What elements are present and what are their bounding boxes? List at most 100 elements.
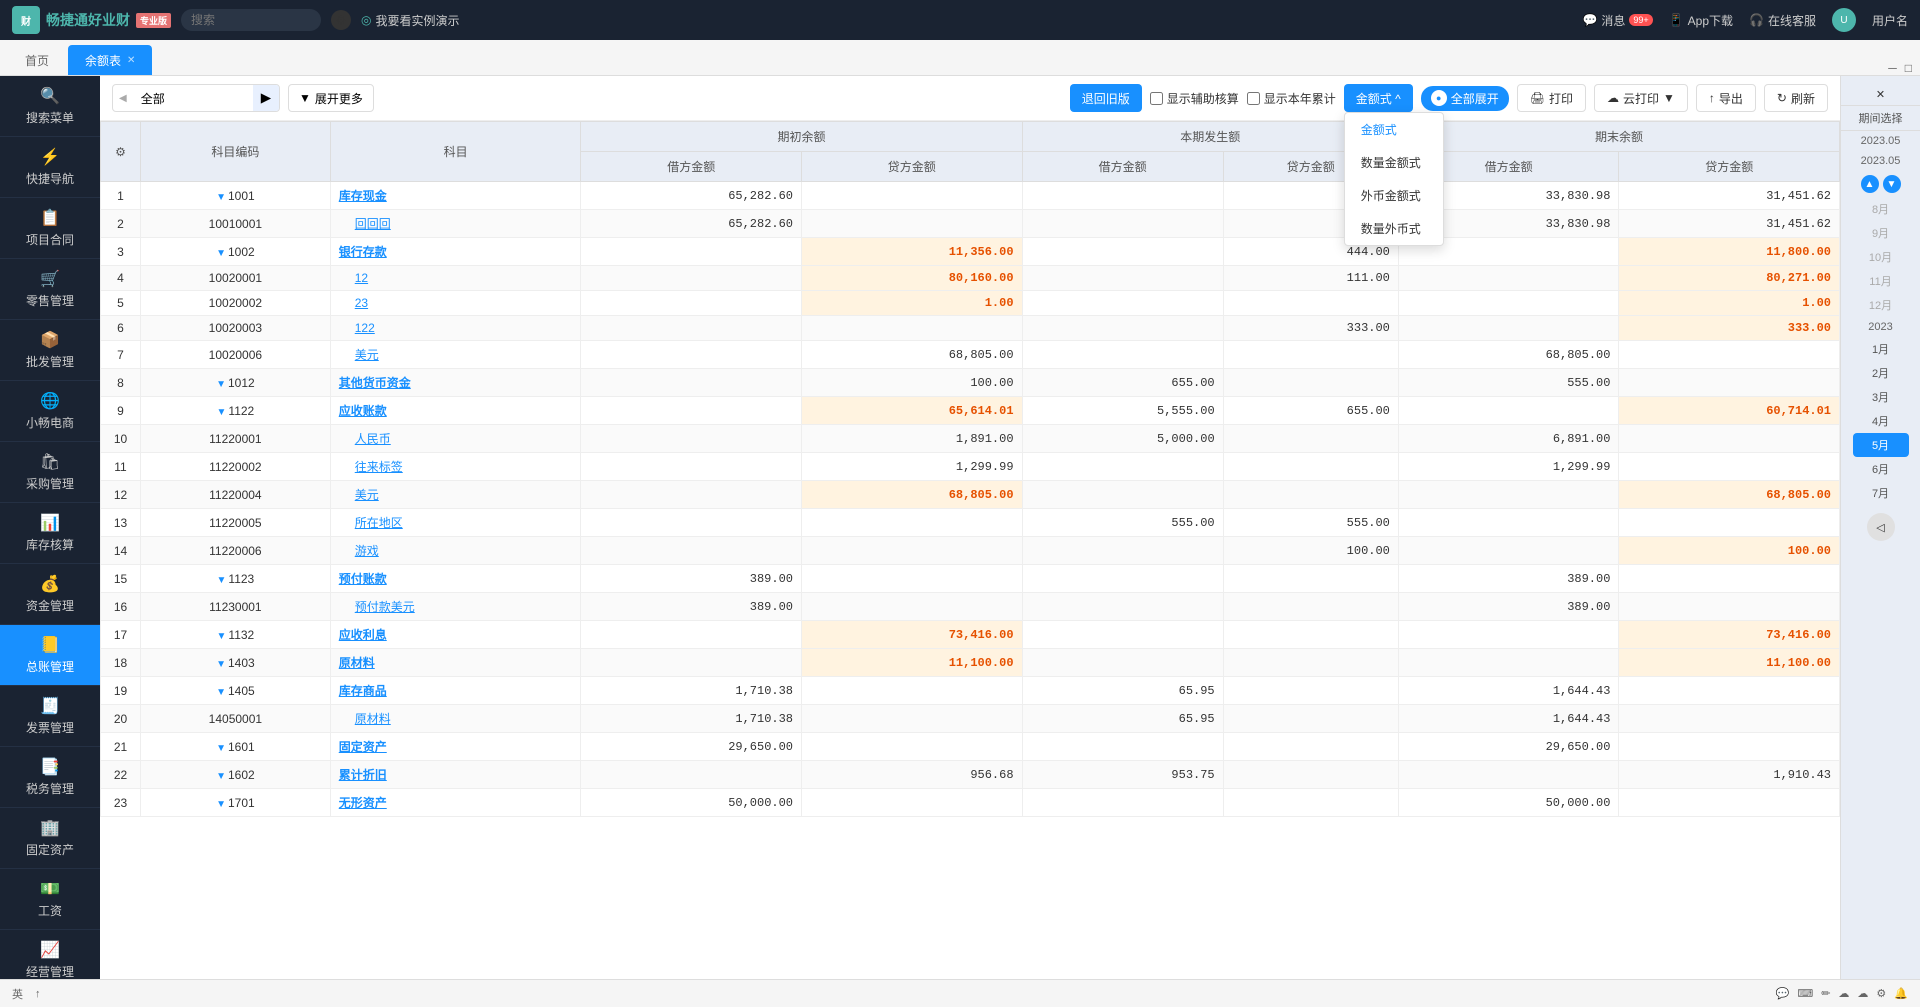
amount-type-option-2[interactable]: 数量金额式 (1345, 146, 1443, 179)
settings-icon[interactable]: ⚙ (331, 10, 351, 30)
collapse-icon[interactable]: ▼ (217, 575, 227, 586)
collapse-icon[interactable]: ▼ (217, 407, 227, 418)
name-link[interactable]: 往来标签 (339, 460, 403, 474)
download-btn[interactable]: 📱 App下载 (1669, 12, 1733, 29)
back-old-version-btn[interactable]: 退回旧版 (1070, 84, 1142, 112)
keyboard-icon[interactable]: ⌨ (1797, 987, 1813, 1000)
sidebar-item-salary[interactable]: 💵 工资 (0, 869, 100, 930)
name-link[interactable]: 无形资产 (339, 796, 387, 810)
month-12[interactable]: 12月 (1853, 293, 1909, 317)
top-search-input[interactable] (181, 9, 321, 31)
month-8[interactable]: 8月 (1853, 197, 1909, 221)
amount-type-option-4[interactable]: 数量外币式 (1345, 212, 1443, 245)
sidebar-item-search[interactable]: 🔍 搜索菜单 (0, 76, 100, 137)
col-settings[interactable]: ⚙ (101, 122, 141, 182)
month-11[interactable]: 11月 (1853, 269, 1909, 293)
name-link[interactable]: 122 (339, 321, 375, 335)
cloud-print-btn[interactable]: ☁ 云打印 ▼ (1594, 84, 1688, 112)
message-btn[interactable]: 💬 消息 99+ (1582, 12, 1652, 29)
window-maximize-icon[interactable]: □ (1905, 61, 1912, 75)
sidebar-item-invoice[interactable]: 🧾 发票管理 (0, 686, 100, 747)
name-link[interactable]: 原材料 (339, 712, 391, 726)
month-1[interactable]: 1月 (1853, 337, 1909, 361)
window-minimize-icon[interactable]: ─ (1888, 61, 1897, 75)
name-link[interactable]: 库存现金 (339, 189, 387, 203)
show-subsidiary-checkbox[interactable]: 显示辅助核算 (1150, 90, 1239, 107)
search-input[interactable] (133, 91, 253, 105)
amount-type-dropdown[interactable]: 金额式 ^ 金额式 数量金额式 外币金额式 数量外币式 (1344, 84, 1413, 112)
ytd-check[interactable] (1247, 92, 1260, 105)
month-6[interactable]: 6月 (1853, 457, 1909, 481)
collapse-icon[interactable]: ▼ (216, 743, 226, 754)
month-7[interactable]: 7月 (1853, 481, 1909, 505)
collapse-icon[interactable]: ▼ (217, 631, 227, 642)
collapse-icon[interactable]: ▼ (216, 687, 226, 698)
expand-all-toggle[interactable]: ● 全部展开 (1421, 86, 1509, 111)
demo-link[interactable]: ◎ 我要看实例演示 (361, 12, 460, 29)
sidebar-item-tax[interactable]: 📑 税务管理 (0, 747, 100, 808)
pencil-icon[interactable]: ✏ (1821, 987, 1830, 1000)
collapse-icon[interactable]: ▼ (216, 771, 226, 782)
name-link[interactable]: 游戏 (339, 544, 379, 558)
name-link[interactable]: 应收账款 (339, 404, 387, 418)
tab-balance[interactable]: 余额表 ✕ (68, 45, 152, 75)
print-btn[interactable]: 🖨 打印 (1517, 84, 1586, 112)
month-2[interactable]: 2月 (1853, 361, 1909, 385)
sidebar-item-fixed[interactable]: 🏢 固定资产 (0, 808, 100, 869)
month-3[interactable]: 3月 (1853, 385, 1909, 409)
collapse-icon[interactable]: ▼ (216, 659, 226, 670)
sidebar-item-ecommerce[interactable]: 🌐 小畅电商 (0, 381, 100, 442)
search-confirm-btn[interactable]: ▶ (253, 84, 279, 112)
name-link[interactable]: 固定资产 (339, 740, 387, 754)
tab-home[interactable]: 首页 (8, 45, 66, 75)
collapse-icon[interactable]: ▼ (216, 192, 226, 203)
name-link[interactable]: 银行存款 (339, 245, 387, 259)
collapse-icon[interactable]: ▼ (216, 248, 226, 259)
sidebar-item-inventory[interactable]: 📊 库存核算 (0, 503, 100, 564)
subsidiary-check[interactable] (1150, 92, 1163, 105)
service-btn[interactable]: 🎧 在线客服 (1749, 12, 1816, 29)
right-panel-close[interactable]: ✕ (1841, 84, 1920, 106)
name-link[interactable]: 人民币 (339, 432, 391, 446)
sidebar-item-wholesale[interactable]: 📦 批发管理 (0, 320, 100, 381)
refresh-btn[interactable]: ↻ 刷新 (1764, 84, 1828, 112)
sidebar-item-project[interactable]: 📋 项目合同 (0, 198, 100, 259)
tab-close-icon[interactable]: ✕ (127, 55, 135, 66)
name-link[interactable]: 所在地区 (339, 516, 403, 530)
export-btn[interactable]: ↑ 导出 (1696, 84, 1756, 112)
amount-type-option-3[interactable]: 外币金额式 (1345, 179, 1443, 212)
name-link[interactable]: 12 (339, 271, 368, 285)
name-link[interactable]: 23 (339, 296, 368, 310)
prev-year-btn[interactable]: ▲ (1861, 175, 1879, 193)
sidebar-item-ops[interactable]: 📈 经营管理 (0, 930, 100, 979)
name-link[interactable]: 累计折旧 (339, 768, 387, 782)
sidebar-item-ledger[interactable]: 📒 总账管理 (0, 625, 100, 686)
name-link[interactable]: 美元 (339, 488, 379, 502)
name-link[interactable]: 预付款美元 (339, 600, 415, 614)
chat-icon[interactable]: 💬 (1776, 987, 1790, 1000)
month-4[interactable]: 4月 (1853, 409, 1909, 433)
month-5[interactable]: 5月 (1853, 433, 1909, 457)
collapse-right-panel-btn[interactable]: ◁ (1867, 513, 1895, 541)
sidebar-item-capital[interactable]: 💰 资金管理 (0, 564, 100, 625)
expand-more-btn[interactable]: ▼ 展开更多 (288, 84, 374, 112)
sidebar-item-retail[interactable]: 🛒 零售管理 (0, 259, 100, 320)
cloud-icon[interactable]: ☁ (1838, 987, 1849, 1000)
name-link[interactable]: 其他货币资金 (339, 376, 411, 390)
name-link[interactable]: 原材料 (339, 656, 375, 670)
cloud2-icon[interactable]: ☁ (1857, 987, 1868, 1000)
collapse-icon[interactable]: ▼ (216, 799, 226, 810)
sidebar-item-purchase[interactable]: 🛍 采购管理 (0, 442, 100, 503)
sidebar-item-nav[interactable]: ⚡ 快捷导航 (0, 137, 100, 198)
bell-icon[interactable]: 🔔 (1894, 987, 1908, 1000)
collapse-icon[interactable]: ▼ (216, 379, 226, 390)
show-ytd-checkbox[interactable]: 显示本年累计 (1247, 90, 1336, 107)
name-link[interactable]: 美元 (339, 348, 379, 362)
month-9[interactable]: 9月 (1853, 221, 1909, 245)
name-link[interactable]: 回回回 (339, 217, 391, 231)
name-link[interactable]: 预付账款 (339, 572, 387, 586)
name-link[interactable]: 应收利息 (339, 628, 387, 642)
next-year-btn[interactable]: ▼ (1883, 175, 1901, 193)
amount-type-option-1[interactable]: 金额式 (1345, 113, 1443, 146)
settings-status-icon[interactable]: ⚙ (1876, 987, 1886, 1000)
